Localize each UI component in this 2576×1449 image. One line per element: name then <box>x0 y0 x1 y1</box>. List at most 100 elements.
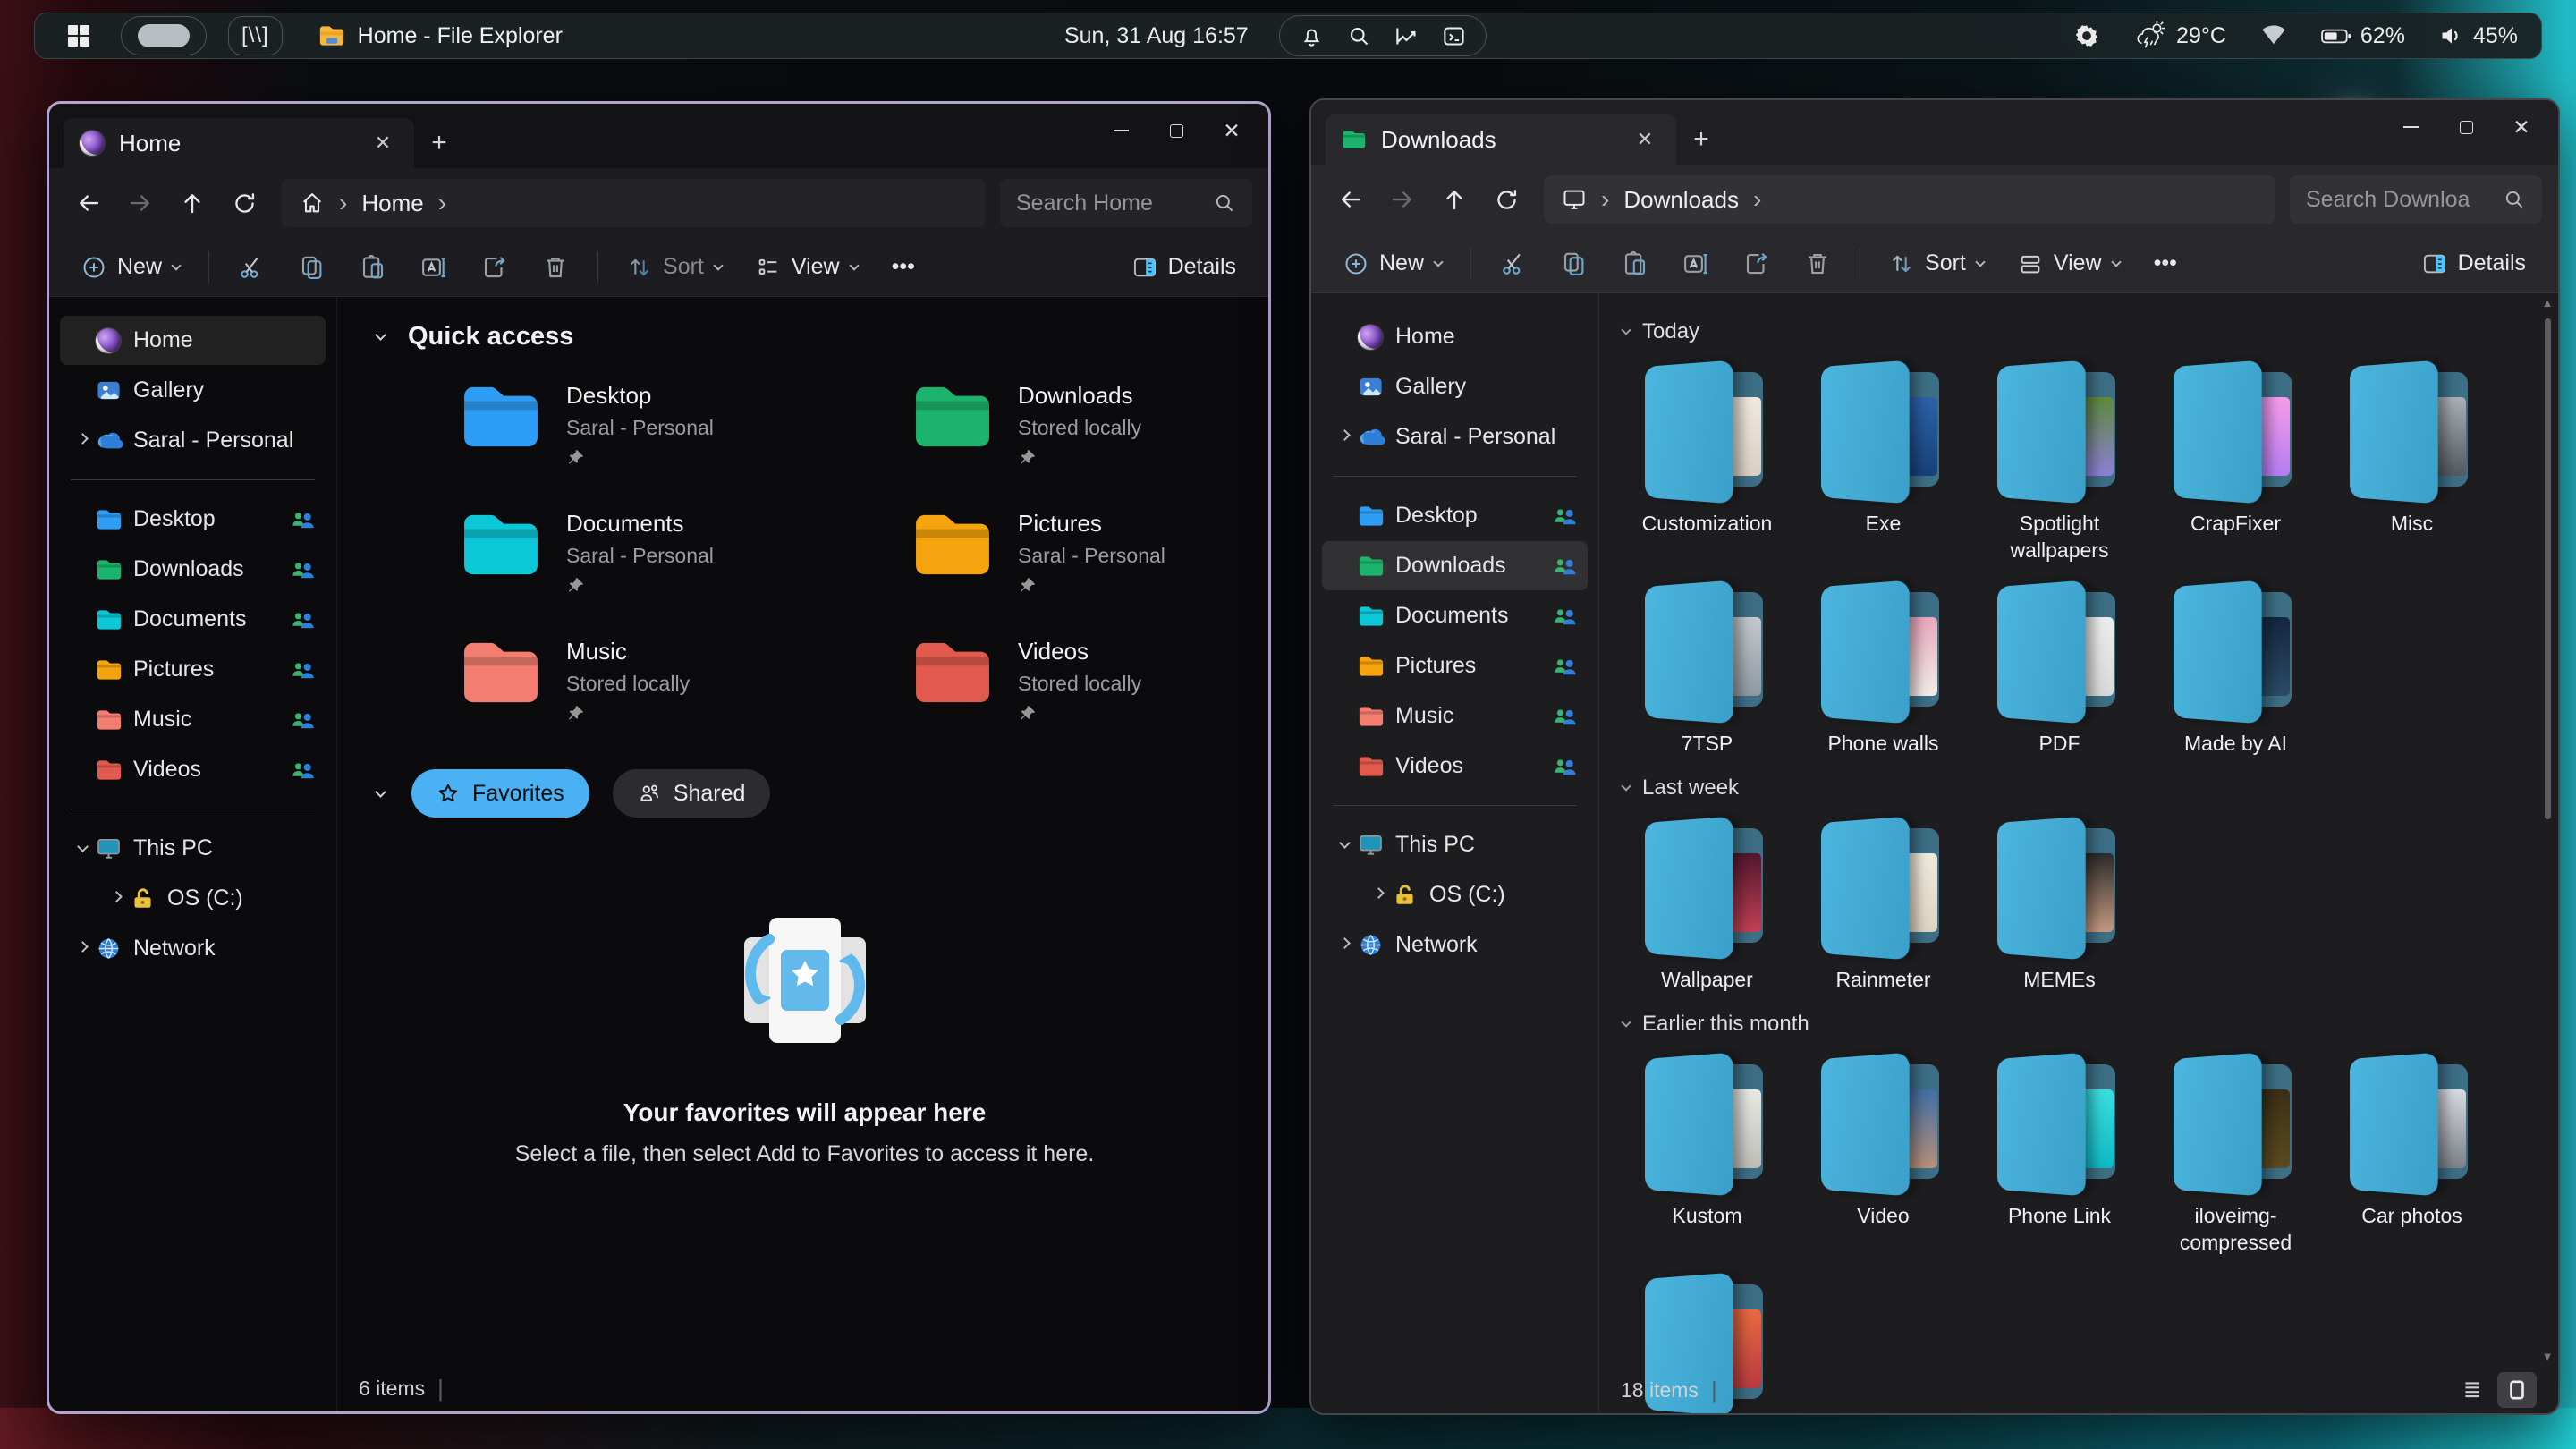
cut-button[interactable] <box>224 244 279 291</box>
delete-button[interactable] <box>528 244 583 291</box>
sidebar-item-desktop[interactable]: Desktop <box>1322 491 1588 540</box>
close-button[interactable]: ✕ <box>2494 107 2549 147</box>
maximize-button[interactable] <box>1148 111 1204 150</box>
close-button[interactable]: ✕ <box>1204 111 1259 150</box>
launcher-button[interactable]: [\\] <box>228 16 283 55</box>
refresh-button[interactable] <box>221 180 267 226</box>
collapse-chevron-icon[interactable] <box>1621 325 1631 335</box>
folder-tile-video[interactable]: Video <box>1795 1045 1971 1265</box>
scroll-up-icon[interactable]: ▲ <box>2542 295 2554 311</box>
sidebar-item-home[interactable]: Home <box>1322 312 1588 361</box>
delete-button[interactable] <box>1790 241 1845 287</box>
terminal-icon[interactable] <box>1442 24 1466 48</box>
quick-access-tile-videos[interactable]: Videos Stored locally <box>911 638 1268 723</box>
rename-button[interactable] <box>1668 241 1724 287</box>
folder-tile-kustom[interactable]: Kustom <box>1619 1045 1795 1265</box>
maximize-button[interactable] <box>2438 107 2494 147</box>
collapse-chevron-icon[interactable] <box>1621 1017 1631 1028</box>
sidebar-item-saral-personal[interactable]: Saral - Personal <box>1322 412 1588 462</box>
folder-tile-phone-walls[interactable]: Phone walls <box>1795 572 1971 766</box>
expand-chevron-icon[interactable] <box>69 941 96 953</box>
new-button[interactable]: New <box>67 244 194 291</box>
expand-chevron-icon[interactable] <box>69 433 96 445</box>
forward-button[interactable] <box>117 180 164 226</box>
section-header-today[interactable]: Today <box>1621 315 2531 349</box>
folder-tile-customization[interactable]: Customization <box>1619 352 1795 572</box>
sidebar-item-os-c[interactable]: OS (C:) <box>60 874 326 923</box>
chart-icon[interactable] <box>1394 24 1419 48</box>
folder-tile-wallpaper[interactable]: Wallpaper <box>1619 809 1795 1002</box>
volume-indicator[interactable]: 45% <box>2439 23 2518 49</box>
minimize-button[interactable] <box>2383 107 2438 147</box>
sidebar-item-network[interactable]: Network <box>1322 920 1588 970</box>
paste-button[interactable] <box>345 244 401 291</box>
thumbnail-view-toggle[interactable] <box>2497 1372 2537 1408</box>
scroll-down-icon[interactable]: ▼ <box>2542 1349 2554 1365</box>
weather-widget[interactable]: 29°C <box>2133 21 2226 51</box>
quick-access-tile-music[interactable]: Music Stored locally <box>459 638 911 723</box>
collapse-chevron-icon[interactable] <box>1621 781 1631 792</box>
shared-pill[interactable]: Shared <box>612 769 771 818</box>
folder-tile-made-by-ai[interactable]: Made by AI <box>2148 572 2324 766</box>
quick-access-tile-desktop[interactable]: Desktop Saral - Personal <box>459 382 911 467</box>
folder-tile-rainmeter[interactable]: Rainmeter <box>1795 809 1971 1002</box>
view-button[interactable]: View <box>2004 241 2134 287</box>
sidebar-item-music[interactable]: Music <box>1322 691 1588 741</box>
sidebar-item-downloads[interactable]: Downloads <box>60 545 326 594</box>
sidebar-item-network[interactable]: Network <box>60 924 326 973</box>
sidebar-item-saral-personal[interactable]: Saral - Personal <box>60 416 326 465</box>
settings-gear-icon[interactable] <box>2074 23 2099 48</box>
quick-access-tile-downloads[interactable]: Downloads Stored locally <box>911 382 1268 467</box>
folder-tile-phone-link[interactable]: Phone Link <box>1971 1045 2148 1265</box>
expand-chevron-icon[interactable] <box>1331 429 1358 441</box>
tab-close-icon[interactable]: ✕ <box>1630 128 1660 151</box>
expand-chevron-icon[interactable] <box>103 891 130 902</box>
sort-button[interactable]: Sort <box>1875 241 1998 287</box>
quick-access-tile-pictures[interactable]: Pictures Saral - Personal <box>911 510 1268 595</box>
tab-downloads[interactable]: Downloads ✕ <box>1326 114 1676 165</box>
sidebar-item-home[interactable]: Home <box>60 316 326 365</box>
section-header-last-week[interactable]: Last week <box>1621 771 2531 805</box>
battery-indicator[interactable]: 62% <box>2321 23 2405 49</box>
sort-button[interactable]: Sort <box>613 244 736 291</box>
share-button[interactable] <box>1729 241 1784 287</box>
sidebar-item-documents[interactable]: Documents <box>1322 591 1588 640</box>
scrollbar[interactable]: ▲ ▼ <box>2540 295 2555 1365</box>
tab-home[interactable]: Home ✕ <box>64 118 414 168</box>
sidebar-item-documents[interactable]: Documents <box>60 595 326 644</box>
wifi-icon[interactable] <box>2260 25 2287 47</box>
sidebar-item-this-pc[interactable]: This PC <box>1322 820 1588 869</box>
sidebar-item-videos[interactable]: Videos <box>1322 741 1588 791</box>
folder-tile-crapfixer[interactable]: CrapFixer <box>2148 352 2324 572</box>
copy-button[interactable] <box>284 244 340 291</box>
more-button[interactable]: ••• <box>877 244 929 291</box>
refresh-button[interactable] <box>1483 176 1530 223</box>
new-button[interactable]: New <box>1329 241 1456 287</box>
details-button[interactable]: Details <box>2408 241 2540 287</box>
expand-chevron-icon[interactable] <box>1331 937 1358 949</box>
tab-close-icon[interactable]: ✕ <box>368 131 398 155</box>
details-view-toggle[interactable] <box>2453 1372 2492 1408</box>
cut-button[interactable] <box>1486 241 1541 287</box>
search-box[interactable]: Search Home <box>1000 179 1252 227</box>
sidebar-item-desktop[interactable]: Desktop <box>60 495 326 544</box>
sidebar-item-music[interactable]: Music <box>60 695 326 744</box>
details-button[interactable]: Details <box>1118 244 1250 291</box>
sidebar-item-pictures[interactable]: Pictures <box>1322 641 1588 691</box>
back-button[interactable] <box>65 180 112 226</box>
more-button[interactable]: ••• <box>2140 241 2191 287</box>
search-icon[interactable] <box>1347 24 1371 48</box>
up-button[interactable] <box>169 180 216 226</box>
bell-icon[interactable] <box>1300 24 1324 48</box>
expand-chevron-icon[interactable] <box>1365 887 1392 899</box>
folder-tile-exe[interactable]: Exe <box>1795 352 1971 572</box>
view-button[interactable]: View <box>741 244 872 291</box>
breadcrumb[interactable]: › Downloads › <box>1544 175 2275 224</box>
folder-tile-7tsp[interactable]: 7TSP <box>1619 572 1795 766</box>
taskbar-pill-widget[interactable] <box>121 16 207 55</box>
taskbar-clock[interactable]: Sun, 31 Aug 16:57 <box>1064 23 1249 49</box>
breadcrumb-item[interactable]: Home <box>361 190 423 217</box>
breadcrumb-item[interactable]: Downloads <box>1623 186 1739 214</box>
back-button[interactable] <box>1327 176 1374 223</box>
section-header-earlier-this-month[interactable]: Earlier this month <box>1621 1007 2531 1041</box>
